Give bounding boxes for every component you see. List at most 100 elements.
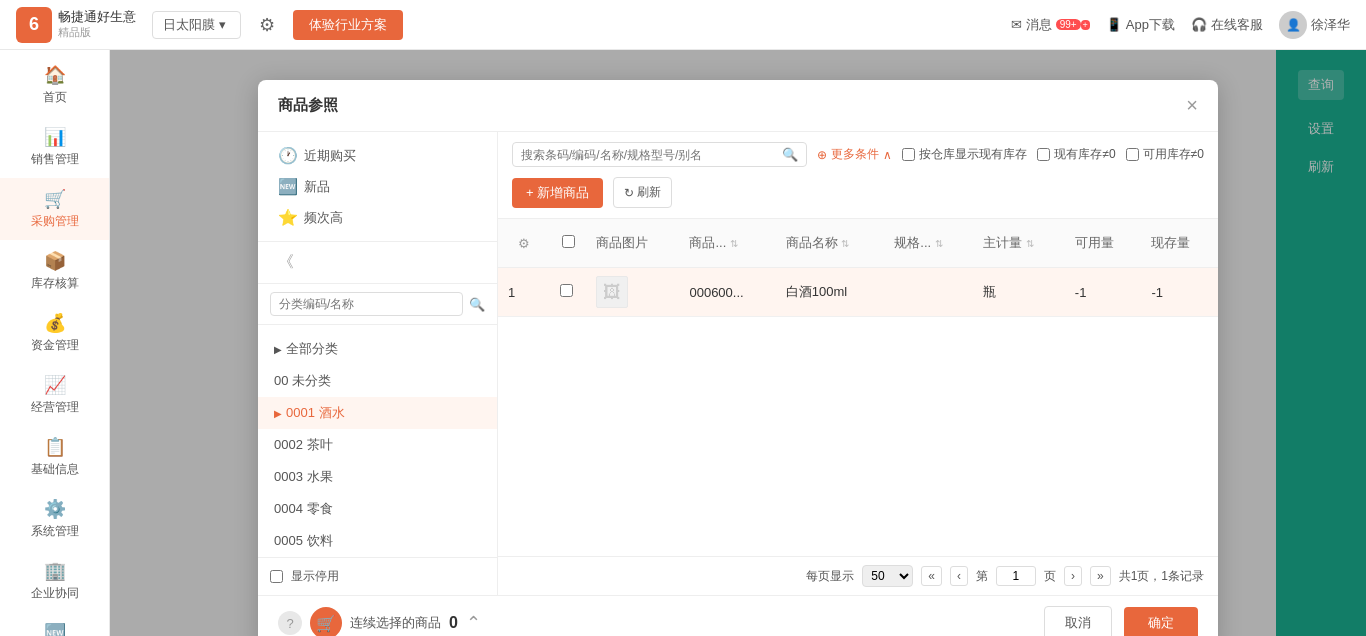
col-settings-icon[interactable]: ⚙ — [508, 227, 540, 259]
modal-footer: ? 🛒 连续选择的商品 0 ⌃ 取消 确定 — [258, 595, 1218, 636]
page-first-button[interactable]: « — [921, 566, 942, 586]
logo-icon: 6 — [16, 7, 52, 43]
modal-close-button[interactable]: × — [1186, 94, 1198, 117]
sort-icon-spec: ⇅ — [935, 238, 943, 249]
total-label: 共1页，1条记录 — [1119, 568, 1204, 585]
page-prev-button[interactable]: ‹ — [950, 566, 968, 586]
modal-right-panel: 🔍 ⊕ 更多条件 ∧ 按仓库显示现有库存 — [498, 132, 1218, 595]
per-page-select[interactable]: 50 100 200 — [862, 565, 913, 587]
category-0003[interactable]: 0003 水果 — [258, 461, 497, 493]
category-0001[interactable]: ▶ 0001 酒水 — [258, 397, 497, 429]
sidebar-item-operation[interactable]: 📈 经营管理 — [0, 364, 109, 426]
sidebar-item-enterprise[interactable]: 🏢 企业协同 — [0, 550, 109, 612]
sidebar-label-purchase: 采购管理 — [31, 213, 79, 230]
clock-icon: 🕐 — [278, 146, 298, 165]
show-disabled-checkbox[interactable] — [270, 570, 283, 583]
sidebar-item-basic[interactable]: 📋 基础信息 — [0, 426, 109, 488]
sidebar-label-system: 系统管理 — [31, 523, 79, 540]
show-disabled-label[interactable]: 显示停用 — [291, 568, 339, 585]
app-download-item[interactable]: 📱 App下载 — [1106, 16, 1175, 34]
collapse-cart-icon[interactable]: ⌃ — [466, 612, 481, 634]
sidebar-label-home: 首页 — [43, 89, 67, 106]
confirm-button[interactable]: 确定 — [1124, 607, 1198, 636]
sidebar-item-finance[interactable]: 💰 资金管理 — [0, 302, 109, 364]
settings-icon[interactable]: ⚙ — [251, 9, 283, 41]
table-row[interactable]: 1 🖼 000600... 白酒100ml — [498, 268, 1218, 317]
category-0005[interactable]: 0005 饮料 — [258, 525, 497, 557]
check-available-input[interactable] — [1037, 148, 1050, 161]
th-name[interactable]: 商品名称 ⇅ — [776, 219, 885, 268]
check-warehouse-input[interactable] — [902, 148, 915, 161]
avatar: 👤 — [1279, 11, 1307, 39]
sidebar-label-inventory: 库存核算 — [31, 275, 79, 292]
online-service-item[interactable]: 🎧 在线客服 — [1191, 16, 1263, 34]
th-spec[interactable]: 规格... ⇅ — [884, 219, 973, 268]
category-0001-label: 0001 酒水 — [286, 404, 345, 422]
page-next-button[interactable]: › — [1064, 566, 1082, 586]
collapse-button[interactable]: 《 — [270, 248, 302, 277]
sidebar-item-purchase[interactable]: 🛒 采购管理 — [0, 178, 109, 240]
row-checkbox[interactable] — [560, 284, 573, 297]
sidebar-item-sales[interactable]: 📊 销售管理 — [0, 116, 109, 178]
basic-icon: 📋 — [44, 436, 66, 458]
td-available: -1 — [1065, 268, 1142, 317]
th-spec-label: 规格... — [894, 235, 931, 250]
top-navigation: 6 畅捷通好生意 精品版 日太阳膜 ▾ ⚙ 体验行业方案 ✉ 消息 99+ + … — [0, 0, 1366, 50]
cart-icon[interactable]: 🛒 — [310, 607, 342, 636]
trial-button[interactable]: 体验行业方案 — [293, 10, 403, 40]
filter-button[interactable]: ⊕ 更多条件 ∧ — [817, 146, 892, 163]
page-after-label: 页 — [1044, 568, 1056, 585]
modal-left-footer: 显示停用 — [258, 557, 497, 595]
th-unit-label: 主计量 — [983, 235, 1022, 250]
headset-icon: 🎧 — [1191, 17, 1207, 32]
add-product-button[interactable]: + 新增商品 — [512, 178, 603, 208]
category-all[interactable]: ▶ 全部分类 — [258, 333, 497, 365]
sidebar-item-guide[interactable]: 🆕 新手引导 — [0, 612, 109, 636]
new-icon: 🆕 — [278, 177, 298, 196]
select-all-checkbox[interactable] — [562, 235, 575, 248]
enterprise-icon: 🏢 — [44, 560, 66, 582]
cancel-button[interactable]: 取消 — [1044, 606, 1112, 636]
help-icon[interactable]: ? — [278, 611, 302, 635]
cart-info: ? 🛒 连续选择的商品 0 ⌃ — [278, 607, 1032, 636]
th-stock: 现存量 — [1141, 219, 1218, 268]
pagination-bar: 每页显示 50 100 200 « ‹ 第 页 › — [498, 556, 1218, 595]
check-warehouse-label[interactable]: 按仓库显示现有库存 — [902, 146, 1027, 163]
check-usable-label[interactable]: 可用库存≠0 — [1126, 146, 1204, 163]
page-number-input[interactable] — [996, 566, 1036, 586]
check-available-label[interactable]: 现有库存≠0 — [1037, 146, 1115, 163]
category-00[interactable]: 00 未分类 — [258, 365, 497, 397]
sidebar-item-system[interactable]: ⚙️ 系统管理 — [0, 488, 109, 550]
nav-dropdown[interactable]: 日太阳膜 ▾ — [152, 11, 241, 39]
sidebar-label-enterprise: 企业协同 — [31, 585, 79, 602]
message-item[interactable]: ✉ 消息 99+ + — [1011, 16, 1090, 34]
category-0002[interactable]: 0002 茶叶 — [258, 429, 497, 461]
sidebar-item-home[interactable]: 🏠 首页 — [0, 54, 109, 116]
quick-link-frequent[interactable]: ⭐ 频次高 — [270, 202, 485, 233]
product-search-input[interactable] — [521, 148, 778, 162]
user-item[interactable]: 👤 徐泽华 — [1279, 11, 1350, 39]
quick-link-new[interactable]: 🆕 新品 — [270, 171, 485, 202]
th-available-label: 可用量 — [1075, 235, 1114, 250]
check-usable-input[interactable] — [1126, 148, 1139, 161]
category-search-bar: 🔍 — [258, 284, 497, 325]
sidebar-item-inventory[interactable]: 📦 库存核算 — [0, 240, 109, 302]
quick-link-recent[interactable]: 🕐 近期购买 — [270, 140, 485, 171]
check-available-text: 现有库存≠0 — [1054, 146, 1115, 163]
th-unit[interactable]: 主计量 ⇅ — [973, 219, 1065, 268]
category-0004[interactable]: 0004 零食 — [258, 493, 497, 525]
page-last-button[interactable]: » — [1090, 566, 1111, 586]
refresh-button[interactable]: ↻ 刷新 — [613, 177, 672, 208]
td-img: 🖼 — [586, 268, 679, 317]
sort-icon-name: ⇅ — [841, 238, 849, 249]
category-search-input[interactable] — [270, 292, 463, 316]
inventory-icon: 📦 — [44, 250, 66, 272]
th-code[interactable]: 商品... ⇅ — [679, 219, 775, 268]
quick-links: 🕐 近期购买 🆕 新品 ⭐ 频次高 — [258, 132, 497, 242]
operation-icon: 📈 — [44, 374, 66, 396]
category-header: 《 — [258, 242, 497, 284]
sidebar-label-basic: 基础信息 — [31, 461, 79, 478]
search-submit-icon[interactable]: 🔍 — [782, 147, 798, 162]
product-image: 🖼 — [596, 276, 628, 308]
refresh-label: 刷新 — [637, 184, 661, 201]
